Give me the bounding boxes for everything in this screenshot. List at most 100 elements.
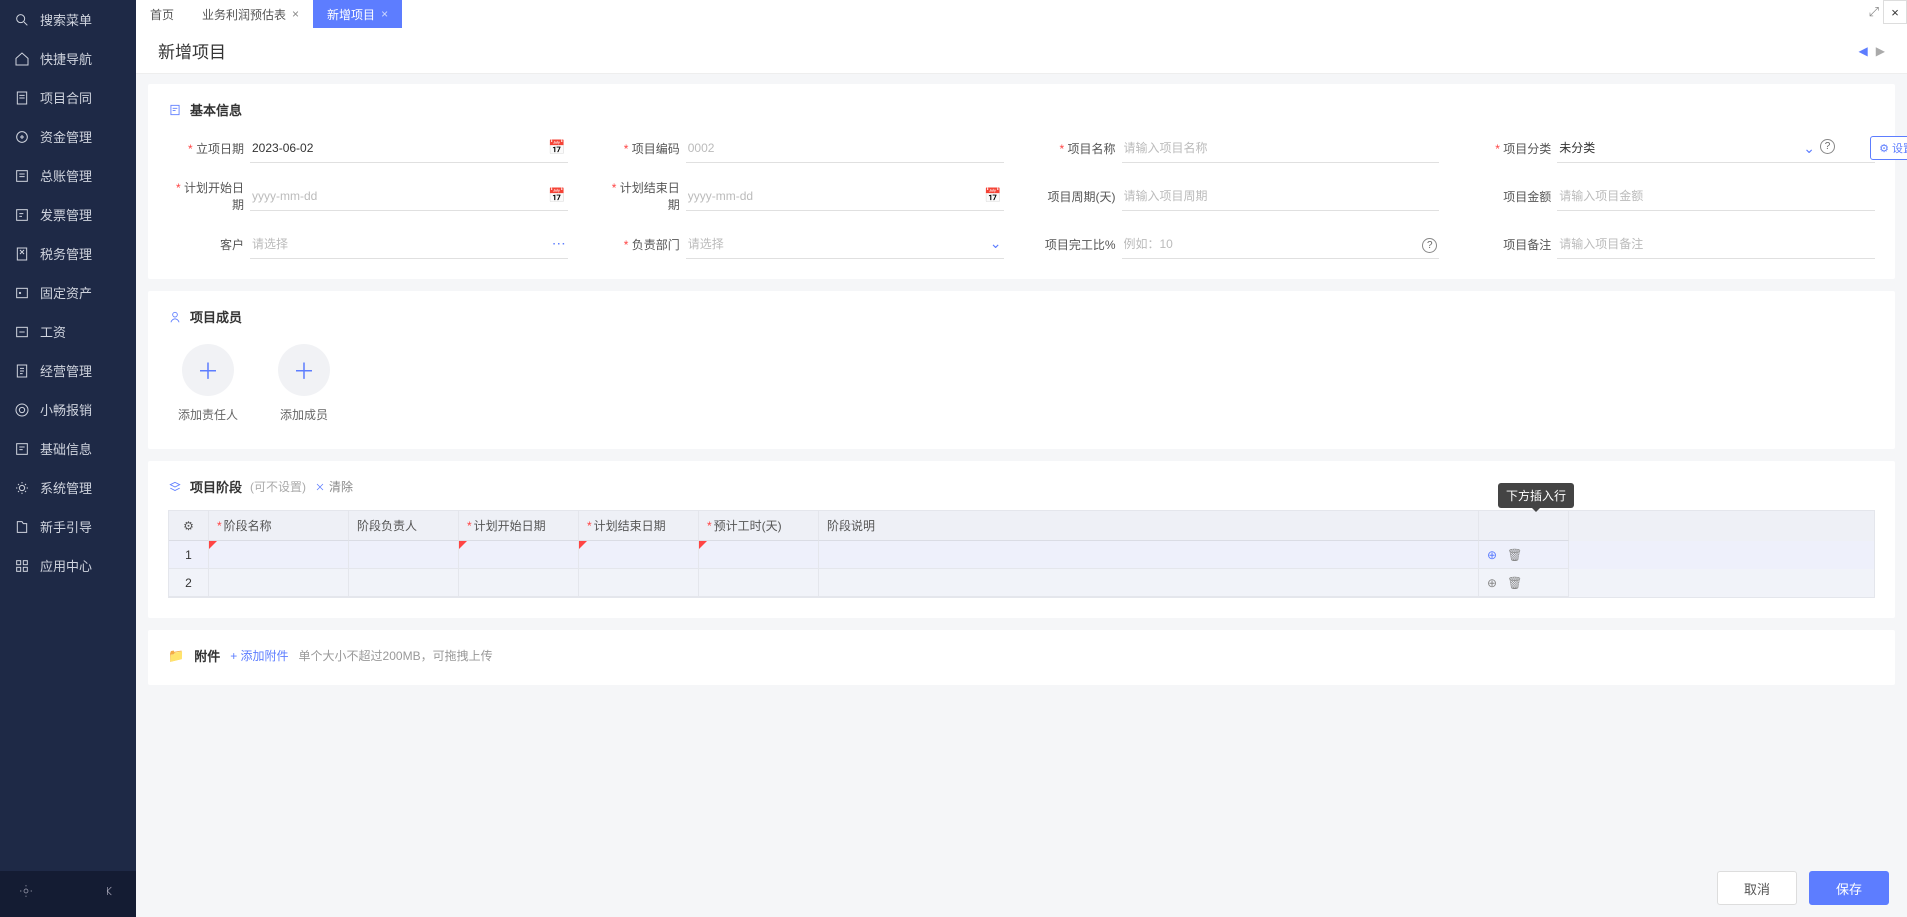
sidebar-item-salary[interactable]: 工资 [0,312,136,351]
section-title-attach: 附件 [194,646,220,665]
add-row-icon[interactable]: ⊕ [1487,576,1497,590]
cell-hours[interactable] [699,541,819,569]
table-row[interactable]: 2 ⊕ 🗑 [169,569,1874,597]
add-member-button[interactable]: ＋添加成员 [278,344,330,423]
customer-select[interactable] [250,229,568,259]
help-icon[interactable]: ? [1820,139,1835,154]
stages-note: (可不设置) [250,478,306,495]
cell-desc[interactable] [819,569,1479,597]
chevron-down-icon[interactable]: ⌄ [1803,140,1815,157]
sidebar-item-system[interactable]: 系统管理 [0,468,136,507]
settings-button[interactable]: ⚙ 设置 [1870,136,1907,160]
stage-table: ⚙ 阶段名称 阶段负责人 计划开始日期 计划结束日期 预计工时(天) 阶段说明 … [168,510,1875,598]
sidebar-item-guide[interactable]: 新手引导 [0,507,136,546]
col-actions: 下方插入行 [1479,511,1569,541]
delete-row-icon[interactable]: 🗑 [1507,548,1522,562]
collapse-icon[interactable] [102,883,118,899]
tab-newproject[interactable]: 新增项目× [313,0,402,28]
dept-select[interactable] [686,229,1004,259]
col-stage-name: 阶段名称 [217,517,272,534]
expand-icon[interactable]: ⤢ [1869,4,1879,20]
sidebar-item-search[interactable]: 搜索菜单 [0,0,136,39]
row-index: 1 [169,541,209,569]
col-desc: 阶段说明 [827,517,875,534]
cell-start[interactable] [459,569,579,597]
add-row-icon[interactable]: ⊕ [1487,548,1497,562]
gear-icon[interactable]: ⚙ [169,511,209,541]
remark-input[interactable] [1557,229,1875,259]
folder-icon: 📁 [168,648,184,664]
calendar-icon[interactable]: 📅 [548,139,565,156]
more-icon[interactable]: ⋯ [552,235,566,252]
gear-icon[interactable] [18,883,34,899]
sidebar-item-tax[interactable]: 税务管理 [0,234,136,273]
close-icon[interactable]: × [381,7,388,21]
tab-bar: 首页 业务利润预估表× 新增项目× ⤢ × [136,0,1907,28]
table-row[interactable]: 1 ⊕ 🗑 [169,541,1874,569]
attach-note: 单个大小不超过200MB，可拖拽上传 [299,647,493,664]
cell-end[interactable] [579,569,699,597]
sidebar-item-appcenter[interactable]: 应用中心 [0,546,136,585]
sidebar-item-expense[interactable]: 小畅报销 [0,390,136,429]
add-owner-button[interactable]: ＋添加责任人 [178,344,238,423]
add-attachment-button[interactable]: + 添加附件 [230,647,288,664]
start-input[interactable] [250,181,568,211]
clear-button[interactable]: 清除 [314,478,353,495]
label-pct: 项目完工比% [1040,236,1116,253]
cell-end[interactable] [579,541,699,569]
label-name: 项目名称 [1040,140,1116,157]
chevron-down-icon[interactable]: ⌄ [990,235,1002,252]
close-icon[interactable]: × [1883,0,1907,24]
sidebar-item-assets[interactable]: 固定资产 [0,273,136,312]
cell-owner[interactable] [349,541,459,569]
sidebar-item-funds[interactable]: 资金管理 [0,117,136,156]
sidebar-item-ledger[interactable]: 总账管理 [0,156,136,195]
period-input[interactable] [1122,181,1440,211]
cell-stage-name[interactable] [209,541,349,569]
label-remark: 项目备注 [1475,236,1551,253]
prev-icon[interactable]: ◀ [1859,44,1868,58]
label-class: 项目分类 [1475,140,1551,157]
sidebar-item-baseinfo[interactable]: 基础信息 [0,429,136,468]
row-index: 2 [169,569,209,597]
cell-owner[interactable] [349,569,459,597]
cancel-button[interactable]: 取消 [1717,871,1797,905]
amount-input[interactable] [1557,181,1875,211]
section-title-stages: 项目阶段 [190,477,242,496]
calendar-icon[interactable]: 📅 [984,187,1001,204]
label-end: 计划结束日期 [604,179,680,213]
code-input[interactable] [686,133,1004,163]
tab-home[interactable]: 首页 [136,0,188,28]
save-button[interactable]: 保存 [1809,871,1889,905]
cell-stage-name[interactable] [209,569,349,597]
page-title: 新增项目 [158,38,226,63]
delete-row-icon[interactable]: 🗑 [1507,576,1522,590]
pct-input[interactable] [1122,229,1440,259]
help-icon[interactable]: ? [1422,235,1437,253]
label-amount: 项目金额 [1475,188,1551,205]
date-input[interactable] [250,133,568,163]
col-end: 计划结束日期 [587,517,666,534]
cell-hours[interactable] [699,569,819,597]
tab-profit[interactable]: 业务利润预估表× [188,0,313,28]
page-header: 新增项目 ◀ ▶ [136,28,1907,74]
cell-start[interactable] [459,541,579,569]
next-icon[interactable]: ▶ [1876,44,1885,58]
section-title-members: 项目成员 [190,307,242,326]
name-input[interactable] [1122,133,1440,163]
col-hours: 预计工时(天) [707,517,782,534]
sidebar-item-contract[interactable]: 项目合同 [0,78,136,117]
label-customer: 客户 [168,236,244,253]
tooltip-insert-below: 下方插入行 [1498,483,1574,508]
label-code: 项目编码 [604,140,680,157]
sidebar-item-quicknav[interactable]: 快捷导航 [0,39,136,78]
end-input[interactable] [686,181,1004,211]
calendar-icon[interactable]: 📅 [548,187,565,204]
section-title-basic: 基本信息 [190,100,242,119]
close-icon[interactable]: × [292,7,299,21]
layers-icon [168,480,182,494]
cell-desc[interactable] [819,541,1479,569]
label-period: 项目周期(天) [1040,188,1116,205]
sidebar-item-invoice[interactable]: 发票管理 [0,195,136,234]
sidebar-item-business[interactable]: 经营管理 [0,351,136,390]
